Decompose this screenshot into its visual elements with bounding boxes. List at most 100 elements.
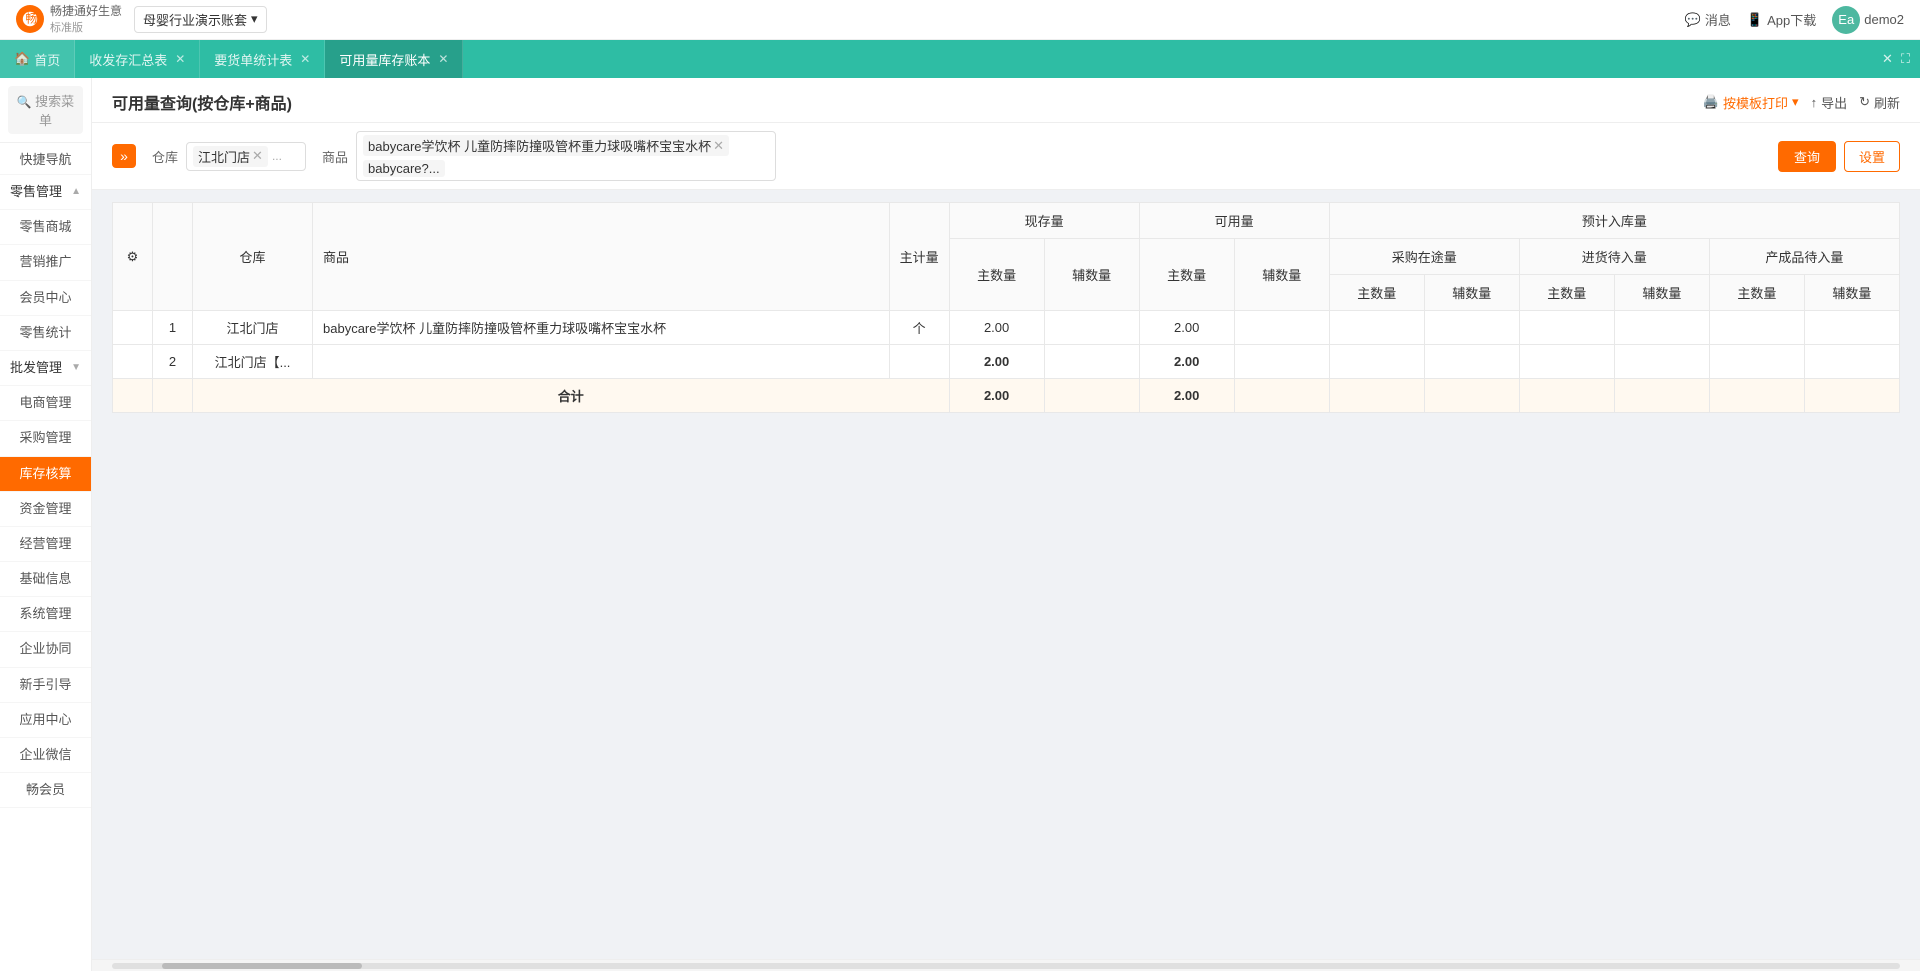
th-production-pending: 产成品待入量 — [1709, 239, 1899, 275]
finance-label: 资金管理 — [19, 501, 71, 516]
logo-area: 畅 畅捷通好生意 标准版 — [16, 4, 122, 34]
warehouse-more[interactable]: ... — [272, 149, 282, 163]
th-plan-in: 预计入库量 — [1329, 203, 1899, 239]
close-receive-icon[interactable]: ✕ — [175, 52, 185, 66]
footer-seq — [153, 379, 193, 413]
row2-gear — [113, 345, 153, 379]
refresh-button[interactable]: ↻ 刷新 — [1859, 93, 1900, 112]
row2-avail-sub — [1234, 345, 1329, 379]
row2-production-main — [1709, 345, 1804, 379]
th-current-stock: 现存量 — [949, 203, 1139, 239]
th-incoming-sub: 辅数量 — [1614, 275, 1709, 311]
close-order-stat-icon[interactable]: ✕ — [300, 52, 310, 66]
sidebar-item-vip[interactable]: 畅会员 — [0, 773, 91, 808]
sidebar-item-retail-stat[interactable]: 零售统计 — [0, 316, 91, 351]
app-download-button[interactable]: 📱 App下载 — [1747, 10, 1816, 29]
print-icon: 🖨️ — [1703, 94, 1719, 110]
vip-label: 畅会员 — [26, 782, 65, 797]
row1-incoming-main — [1519, 311, 1614, 345]
print-label: 按模板打印 — [1723, 93, 1788, 112]
th-incoming-main: 主数量 — [1519, 275, 1614, 311]
sidebar-item-base-info[interactable]: 基础信息 — [0, 562, 91, 597]
warehouse-tag-remove[interactable]: ✕ — [252, 148, 263, 164]
print-dropdown-icon: ▾ — [1792, 94, 1799, 110]
sidebar-item-retail-mall[interactable]: 零售商城 — [0, 210, 91, 245]
member-label: 会员中心 — [19, 290, 71, 305]
row1-avail-sub — [1234, 311, 1329, 345]
query-button[interactable]: 查询 — [1778, 141, 1836, 172]
product-tag-1: babycare学饮杯 儿童防摔防撞吸管杯重力球吸嘴杯宝宝水杯 ✕ — [363, 135, 729, 156]
sidebar-item-retail-mgmt[interactable]: 零售管理 ▲ — [0, 175, 91, 210]
th-avail-sub: 辅数量 — [1234, 239, 1329, 311]
tab-controls: ✕ ⛶ — [1872, 40, 1920, 78]
th-purchase-transit-main: 主数量 — [1329, 275, 1424, 311]
industry-select[interactable]: 母婴行业演示账套 ▾ — [134, 6, 267, 33]
logo-sub: 标准版 — [50, 19, 122, 35]
footer-production-main — [1709, 379, 1804, 413]
scroll-track[interactable] — [112, 963, 1900, 969]
sidebar-item-enterprise-wechat[interactable]: 企业微信 — [0, 738, 91, 773]
footer-gear — [113, 379, 153, 413]
fullscreen-icon[interactable]: ⛶ — [1901, 51, 1910, 67]
product-tag-2-text: babycare?... — [368, 161, 440, 176]
quick-nav-label: 快捷导航 — [19, 152, 71, 167]
sidebar-item-system[interactable]: 系统管理 — [0, 597, 91, 632]
export-button[interactable]: ↑ 导出 — [1811, 93, 1848, 112]
table-row: 2 江北门店【... 2.00 2.00 — [113, 345, 1900, 379]
row1-avail-main: 2.00 — [1139, 311, 1234, 345]
row2-current-main: 2.00 — [949, 345, 1044, 379]
tab-home[interactable]: 🏠 首页 — [0, 40, 75, 78]
sidebar-item-inventory[interactable]: 库存核算 — [0, 457, 91, 492]
sidebar-item-member[interactable]: 会员中心 — [0, 281, 91, 316]
export-label: 导出 — [1821, 93, 1847, 112]
tab-receive[interactable]: 收发存汇总表 ✕ — [75, 40, 200, 78]
sidebar-item-finance[interactable]: 资金管理 — [0, 492, 91, 527]
sidebar-item-marketing[interactable]: 营销推广 — [0, 245, 91, 280]
top-bar-right: 💬 消息 📱 App下载 Ea demo2 — [1685, 6, 1904, 34]
scroll-thumb[interactable] — [162, 963, 362, 969]
filter-actions: 查询 设置 — [1778, 141, 1900, 172]
refresh-label: 刷新 — [1874, 93, 1900, 112]
th-avail-main: 主数量 — [1139, 239, 1234, 311]
print-button[interactable]: 🖨️ 按模板打印 ▾ — [1703, 93, 1799, 112]
th-purchase-transit-sub: 辅数量 — [1424, 275, 1519, 311]
sidebar-item-guide[interactable]: 新手引导 — [0, 668, 91, 703]
ecommerce-label: 电商管理 — [19, 395, 71, 410]
system-label: 系统管理 — [19, 606, 71, 621]
message-button[interactable]: 💬 消息 — [1685, 10, 1731, 29]
user-area[interactable]: Ea demo2 — [1832, 6, 1904, 34]
close-all-icon[interactable]: ✕ — [1882, 51, 1893, 67]
sidebar-item-purchase[interactable]: 采购管理 — [0, 421, 91, 456]
footer-incoming-main — [1519, 379, 1614, 413]
row2-avail-main: 2.00 — [1139, 345, 1234, 379]
product-filter-input[interactable]: babycare学饮杯 儿童防摔防撞吸管杯重力球吸嘴杯宝宝水杯 ✕ babyca… — [356, 131, 776, 181]
th-production-sub: 辅数量 — [1804, 275, 1899, 311]
svg-text:畅: 畅 — [26, 12, 38, 26]
th-gear[interactable]: ⚙ — [113, 203, 153, 311]
home-icon: 🏠 — [14, 51, 30, 67]
filter-expand-button[interactable]: » — [112, 144, 136, 168]
export-icon: ↑ — [1811, 95, 1818, 110]
close-available-icon[interactable]: ✕ — [438, 52, 448, 66]
row2-seq: 2 — [153, 345, 193, 379]
sidebar-item-ecommerce[interactable]: 电商管理 — [0, 386, 91, 421]
wholesale-mgmt-label: 批发管理 — [10, 359, 62, 377]
arrow-icon-2: ▼ — [71, 361, 81, 375]
sidebar-quick-nav[interactable]: 快捷导航 — [0, 143, 91, 175]
th-product: 商品 — [313, 203, 890, 311]
sidebar-item-enterprise[interactable]: 企业协同 — [0, 632, 91, 667]
settings-button[interactable]: 设置 — [1844, 141, 1900, 172]
row1-production-sub — [1804, 311, 1899, 345]
footer-incoming-sub — [1614, 379, 1709, 413]
product-tag-1-remove[interactable]: ✕ — [713, 138, 724, 154]
row2-purchase-sub — [1424, 345, 1519, 379]
sidebar-item-operations[interactable]: 经营管理 — [0, 527, 91, 562]
sidebar-item-app-center[interactable]: 应用中心 — [0, 703, 91, 738]
tab-available[interactable]: 可用量库存账本 ✕ — [325, 40, 463, 78]
app-icon: 📱 — [1747, 12, 1763, 28]
tab-order-stat-label: 要货单统计表 — [214, 50, 292, 69]
tab-order-stat[interactable]: 要货单统计表 ✕ — [200, 40, 325, 78]
sidebar-item-wholesale-mgmt[interactable]: 批发管理 ▼ — [0, 351, 91, 386]
warehouse-filter-input[interactable]: 江北门店 ✕ ... — [186, 142, 306, 171]
sidebar-search-button[interactable]: 🔍 搜索菜单 — [8, 86, 83, 134]
